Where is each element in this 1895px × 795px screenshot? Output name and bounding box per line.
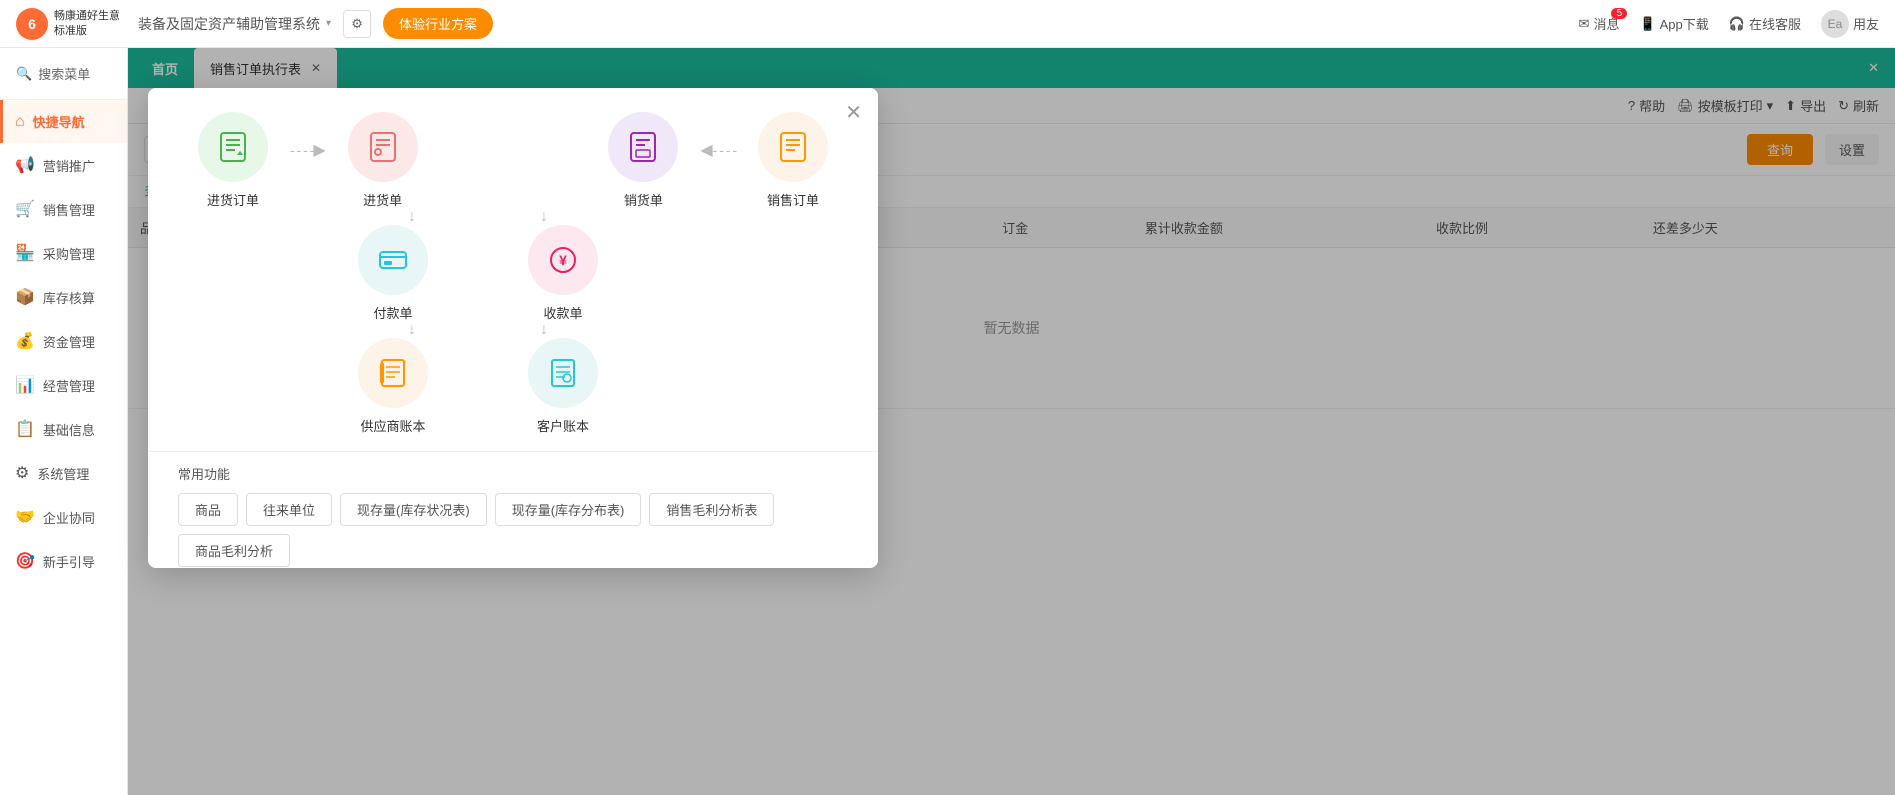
flow-node-sales-bill[interactable]: 销货单 bbox=[588, 112, 698, 209]
sidebar-item-finance[interactable]: 💰 资金管理 bbox=[0, 319, 127, 363]
avatar: Ea bbox=[1821, 10, 1849, 38]
sidebar-item-newbie[interactable]: 🎯 新手引导 bbox=[0, 539, 127, 583]
svg-text:¥: ¥ bbox=[559, 252, 567, 268]
common-btn-stock-dist[interactable]: 现存量(库存分布表) bbox=[495, 493, 642, 526]
message-badge: 5 bbox=[1611, 8, 1627, 19]
user-menu-button[interactable]: Ea 用友 bbox=[1821, 10, 1879, 38]
common-btn-partner[interactable]: 往来单位 bbox=[246, 493, 332, 526]
common-buttons-row1: 商品 往来单位 现存量(库存状况表) 现存量(库存分布表) 销售毛利分析表 商品… bbox=[178, 493, 848, 567]
customer-ledger-icon bbox=[528, 338, 598, 408]
inventory-icon: 📦 bbox=[15, 287, 35, 307]
operation-icon: 📊 bbox=[15, 375, 35, 395]
flow-node-purchase-order[interactable]: 进货订单 bbox=[178, 112, 288, 209]
online-service-button[interactable]: 🎧 在线客服 bbox=[1729, 14, 1801, 33]
flow-node-customer-ledger[interactable]: 客户账本 bbox=[508, 338, 618, 435]
home-icon: ⌂ bbox=[15, 113, 25, 131]
trial-button[interactable]: 体验行业方案 bbox=[383, 8, 493, 39]
modal-close-button[interactable]: ✕ bbox=[845, 100, 862, 125]
message-icon: ✉ bbox=[1579, 16, 1590, 32]
logo-text: 畅康通好生意 标准版 bbox=[54, 9, 120, 38]
chevron-down-icon: ▾ bbox=[326, 18, 331, 29]
sales-order-icon bbox=[758, 112, 828, 182]
sidebar-item-sales[interactable]: 🛒 销售管理 bbox=[0, 187, 127, 231]
top-right-area: ✉ 消息 5 📱 App下载 🎧 在线客服 Ea 用友 bbox=[1579, 10, 1879, 38]
app-container: 6 畅康通好生意 标准版 装备及固定资产辅助管理系统 ▾ ⚙ 体验行业方案 ✉ … bbox=[0, 0, 1895, 795]
common-btn-stock-status[interactable]: 现存量(库存状况表) bbox=[340, 493, 487, 526]
sales-icon: 🛒 bbox=[15, 199, 35, 219]
flow-node-receipt[interactable]: ¥ 收款单 bbox=[508, 225, 618, 322]
marketing-icon: 📢 bbox=[15, 155, 35, 175]
sidebar-search-area: 🔍 搜索菜单 bbox=[0, 48, 127, 100]
search-icon: 🔍 bbox=[16, 66, 32, 82]
common-functions-title: 常用功能 bbox=[178, 464, 848, 483]
sales-bill-icon bbox=[608, 112, 678, 182]
search-menu-button[interactable]: 🔍 搜索菜单 bbox=[8, 58, 119, 89]
sidebar-item-purchase[interactable]: 🏪 采购管理 bbox=[0, 231, 127, 275]
sidebar-item-marketing[interactable]: 📢 营销推广 bbox=[0, 143, 127, 187]
logo-icon: 6 bbox=[16, 8, 48, 40]
purchase-bill-icon bbox=[348, 112, 418, 182]
flow-node-supplier-ledger[interactable]: 供应商账本 bbox=[338, 338, 448, 435]
content-area: 首页 销售订单执行表 ✕ ✕ ? 帮助 🖨 按 bbox=[128, 48, 1895, 795]
modal-overlay: ✕ bbox=[128, 48, 1895, 795]
receipt-icon: ¥ bbox=[528, 225, 598, 295]
phone-icon: 📱 bbox=[1639, 16, 1655, 32]
basic-icon: 📋 bbox=[15, 419, 35, 439]
common-btn-product-margin[interactable]: 商品毛利分析 bbox=[178, 534, 290, 567]
message-button[interactable]: ✉ 消息 5 bbox=[1579, 14, 1620, 33]
system-icon: ⚙ bbox=[15, 463, 29, 483]
flow-node-payment[interactable]: 付款单 bbox=[338, 225, 448, 322]
sidebar: 🔍 搜索菜单 ⌂ 快捷导航 📢 营销推广 🛒 销售管理 🏪 采购管理 bbox=[0, 48, 128, 795]
settings-button[interactable]: ⚙ bbox=[343, 10, 371, 38]
sidebar-item-enterprise[interactable]: 🤝 企业协同 bbox=[0, 495, 127, 539]
common-functions-section: 常用功能 商品 往来单位 现存量(库存状况表) 现存量(库存分布表) 销售毛利分… bbox=[148, 451, 878, 568]
sidebar-item-system[interactable]: ⚙ 系统管理 bbox=[0, 451, 127, 495]
flow-node-purchase-bill[interactable]: 进货单 bbox=[328, 112, 438, 209]
top-bar: 6 畅康通好生意 标准版 装备及固定资产辅助管理系统 ▾ ⚙ 体验行业方案 ✉ … bbox=[0, 0, 1895, 48]
logo-area: 6 畅康通好生意 标准版 bbox=[16, 8, 126, 40]
common-btn-product[interactable]: 商品 bbox=[178, 493, 238, 526]
purchase-icon: 🏪 bbox=[15, 243, 35, 263]
supplier-ledger-icon bbox=[358, 338, 428, 408]
app-download-button[interactable]: 📱 App下载 bbox=[1639, 14, 1708, 33]
purchase-order-icon bbox=[198, 112, 268, 182]
flow-section: 进货订单 - - - - ▶ bbox=[148, 88, 878, 451]
enterprise-icon: 🤝 bbox=[15, 507, 35, 527]
system-title-text: 装备及固定资产辅助管理系统 bbox=[138, 14, 320, 34]
sidebar-item-quick-nav[interactable]: ⌂ 快捷导航 bbox=[0, 100, 127, 143]
system-title[interactable]: 装备及固定资产辅助管理系统 ▾ bbox=[138, 14, 331, 34]
finance-icon: 💰 bbox=[15, 331, 35, 351]
sidebar-item-basic[interactable]: 📋 基础信息 bbox=[0, 407, 127, 451]
flow-node-sales-order[interactable]: 销售订单 bbox=[738, 112, 848, 209]
headset-icon: 🎧 bbox=[1729, 16, 1745, 32]
sidebar-item-operation[interactable]: 📊 经营管理 bbox=[0, 363, 127, 407]
common-btn-sales-margin[interactable]: 销售毛利分析表 bbox=[649, 493, 774, 526]
main-area: 🔍 搜索菜单 ⌂ 快捷导航 📢 营销推广 🛒 销售管理 🏪 采购管理 bbox=[0, 48, 1895, 795]
quick-nav-modal: ✕ bbox=[148, 88, 878, 568]
newbie-icon: 🎯 bbox=[15, 551, 35, 571]
payment-icon bbox=[358, 225, 428, 295]
sidebar-item-inventory[interactable]: 📦 库存核算 bbox=[0, 275, 127, 319]
